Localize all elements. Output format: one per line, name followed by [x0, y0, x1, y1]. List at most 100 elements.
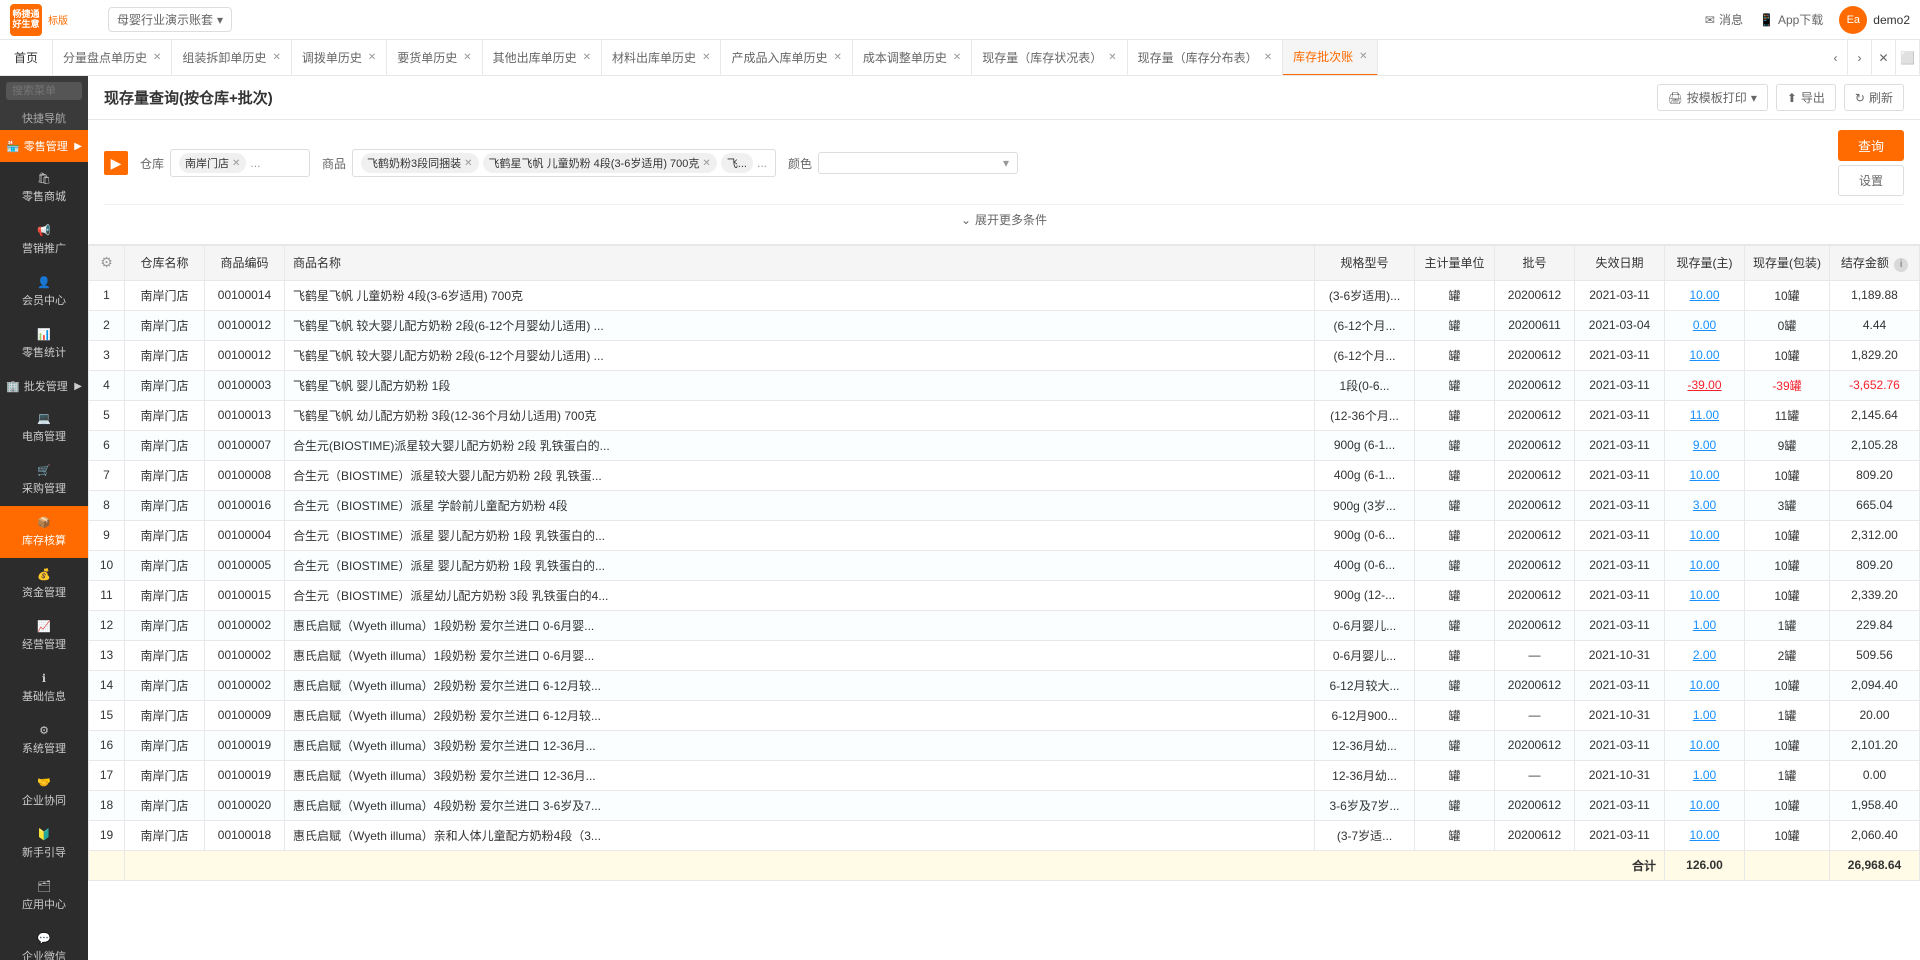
tab-nav-right[interactable]: ›	[1848, 40, 1872, 76]
tab-yaohuo[interactable]: 要货单历史 ✕	[387, 40, 482, 76]
tab-chancheng[interactable]: 产成品入库单历史 ✕	[721, 40, 852, 76]
tab-chengben[interactable]: 成本调整单历史 ✕	[853, 40, 972, 76]
sidebar-item-retail-mgmt[interactable]: 🏪 零售管理 ▶	[0, 130, 88, 162]
tab-expand[interactable]: ⬜	[1896, 40, 1920, 76]
expand-conditions-btn[interactable]: ⌄ 展开更多条件	[961, 211, 1047, 228]
sidebar-item-wholesale[interactable]: 🏢 批发管理 ▶	[0, 370, 88, 402]
tab-cailiao[interactable]: 材料出库单历史 ✕	[602, 40, 721, 76]
tab-close-diaopo[interactable]: ✕	[368, 52, 376, 63]
tab-fenpan[interactable]: 分量盘点单历史 ✕	[53, 40, 172, 76]
sidebar-item-newbie[interactable]: 🔰 新手引导	[0, 818, 88, 870]
cell-spec: 0-6月婴儿...	[1315, 610, 1415, 640]
warehouse-tag-container[interactable]: 南岸门店 ✕ ...	[170, 149, 310, 177]
warehouse-more[interactable]: ...	[250, 156, 260, 170]
cell-unit: 罐	[1415, 640, 1495, 670]
goods-tag-2-close[interactable]: ✕	[702, 158, 710, 169]
tab-close-cailiao[interactable]: ✕	[702, 52, 710, 63]
tab-close-fenbiao[interactable]: ✕	[1264, 52, 1272, 63]
sidebar-item-marketing[interactable]: 📢 营销推广	[0, 214, 88, 266]
tab-diaopo[interactable]: 调拨单历史 ✕	[292, 40, 387, 76]
tab-home[interactable]: 首页	[0, 40, 53, 76]
cell-name: 飞鹤星飞帆 儿童奶粉 4段(3-6岁适用) 700克	[285, 280, 1315, 310]
cell-no: 3	[89, 340, 125, 370]
sidebar-nav-label[interactable]: 快捷导航	[0, 106, 88, 130]
filter-nav-button[interactable]: ▶	[104, 151, 128, 175]
tab-close-chancheng[interactable]: ✕	[833, 52, 841, 63]
cell-expire: 2021-10-31	[1575, 760, 1665, 790]
sidebar-item-wechat[interactable]: 💬 企业微信	[0, 922, 88, 960]
company-selector[interactable]: 母婴行业演示账套 ▾	[108, 7, 232, 32]
color-tag-container[interactable]: ▾	[818, 152, 1018, 174]
cell-unit: 罐	[1415, 310, 1495, 340]
enterprise-icon: 🤝	[37, 776, 51, 789]
search-input[interactable]	[6, 82, 82, 100]
sidebar-item-basic-info[interactable]: ℹ 基础信息	[0, 662, 88, 714]
table-row: 17 南岸门店 00100019 惠氏启赋（Wyeth illuma）3段奶粉 …	[89, 760, 1920, 790]
cell-spec: 400g (0-6...	[1315, 550, 1415, 580]
cell-pack: 10罐	[1745, 520, 1830, 550]
tab-qita-chuku[interactable]: 其他出库单历史 ✕	[483, 40, 602, 76]
sidebar-item-ecommerce[interactable]: 💻 电商管理	[0, 402, 88, 454]
user-area[interactable]: Ea demo2	[1839, 6, 1910, 34]
operation-icon: 📈	[37, 620, 51, 633]
cell-pack: 11罐	[1745, 400, 1830, 430]
tab-close-fenpan[interactable]: ✕	[153, 52, 161, 63]
sidebar-item-system[interactable]: ⚙ 系统管理	[0, 714, 88, 766]
sidebar-item-retail-stats[interactable]: 📊 零售统计	[0, 318, 88, 370]
sidebar-item-purchase[interactable]: 🛒 采购管理	[0, 454, 88, 506]
filter-warehouse-group: 仓库 南岸门店 ✕ ...	[140, 149, 310, 177]
cell-qty: 10.00	[1665, 340, 1745, 370]
table-body: 1 南岸门店 00100014 飞鹤星飞帆 儿童奶粉 4段(3-6岁适用) 70…	[89, 280, 1920, 880]
tab-close-zuzhuang[interactable]: ✕	[272, 52, 280, 63]
app-download-btn[interactable]: 📱 App下载	[1759, 11, 1823, 28]
logo-icon: 畅捷通好生意	[10, 4, 42, 36]
sidebar-item-inventory[interactable]: 📦 库存核算	[0, 506, 88, 558]
balance-info-icon[interactable]: i	[1894, 258, 1908, 272]
tab-nav-left[interactable]: ‹	[1824, 40, 1848, 76]
tab-close-qita-chuku[interactable]: ✕	[583, 52, 591, 63]
tab-close-zhuangkuang[interactable]: ✕	[1108, 52, 1116, 63]
print-button[interactable]: 🖨 按模板打印 ▾	[1657, 84, 1768, 111]
col-header-batch: 批号	[1495, 246, 1575, 281]
footer-label-cell	[89, 850, 125, 880]
sidebar-item-retail-mall[interactable]: 🛍 零售商城	[0, 162, 88, 214]
cell-pack: 2罐	[1745, 640, 1830, 670]
messages-btn[interactable]: ✉ 消息	[1705, 11, 1743, 28]
cell-name: 惠氏启赋（Wyeth illuma）2段奶粉 爱尔兰进口 6-12月较...	[285, 700, 1315, 730]
export-button[interactable]: ⬆ 导出	[1776, 84, 1836, 111]
column-settings-btn[interactable]: ⚙	[100, 254, 113, 271]
settings-button[interactable]: 设置	[1838, 165, 1904, 196]
cell-spec: (6-12个月...	[1315, 310, 1415, 340]
cell-no: 7	[89, 460, 125, 490]
query-button[interactable]: 查询	[1838, 130, 1904, 161]
tab-xiancun-zhuangkuang[interactable]: 现存量（库存状况表） ✕	[972, 40, 1127, 76]
tab-kucun-pici[interactable]: 库存批次账 ✕	[1283, 40, 1378, 76]
cell-batch: 20200612	[1495, 280, 1575, 310]
tab-xiancun-fenbiao[interactable]: 现存量（库存分布表） ✕	[1128, 40, 1283, 76]
tab-close-chengben[interactable]: ✕	[953, 52, 961, 63]
sidebar-item-finance[interactable]: 💰 资金管理	[0, 558, 88, 610]
cell-pack: 10罐	[1745, 460, 1830, 490]
cell-warehouse: 南岸门店	[125, 670, 205, 700]
goods-more[interactable]: ...	[757, 156, 767, 170]
refresh-button[interactable]: ↻ 刷新	[1844, 84, 1904, 111]
cell-warehouse: 南岸门店	[125, 820, 205, 850]
goods-tag-container[interactable]: 飞鹤奶粉3段同捆装 ✕ 飞鹤星飞帆 儿童奶粉 4段(3-6岁适用) 700克 ✕…	[352, 149, 776, 177]
sidebar-item-app-center[interactable]: 🗂 应用中心	[0, 870, 88, 922]
cell-warehouse: 南岸门店	[125, 400, 205, 430]
color-label: 颜色	[788, 155, 812, 172]
cell-no: 18	[89, 790, 125, 820]
cell-qty: 11.00	[1665, 400, 1745, 430]
sidebar-item-enterprise[interactable]: 🤝 企业协同	[0, 766, 88, 818]
table-row: 10 南岸门店 00100005 合生元（BIOSTIME）派星 婴儿配方奶粉 …	[89, 550, 1920, 580]
sidebar-item-operation[interactable]: 📈 经营管理	[0, 610, 88, 662]
cell-name: 惠氏启赋（Wyeth illuma）3段奶粉 爱尔兰进口 12-36月...	[285, 760, 1315, 790]
tab-close-pici[interactable]: ✕	[1359, 51, 1367, 62]
cell-unit: 罐	[1415, 370, 1495, 400]
goods-tag-1-close[interactable]: ✕	[464, 158, 472, 169]
warehouse-tag-close[interactable]: ✕	[232, 158, 240, 169]
sidebar-item-member[interactable]: 👤 会员中心	[0, 266, 88, 318]
tab-close-yaohuo[interactable]: ✕	[463, 52, 471, 63]
tab-zuzhuang[interactable]: 组装拆卸单历史 ✕	[172, 40, 291, 76]
tab-close-all[interactable]: ✕	[1872, 40, 1896, 76]
